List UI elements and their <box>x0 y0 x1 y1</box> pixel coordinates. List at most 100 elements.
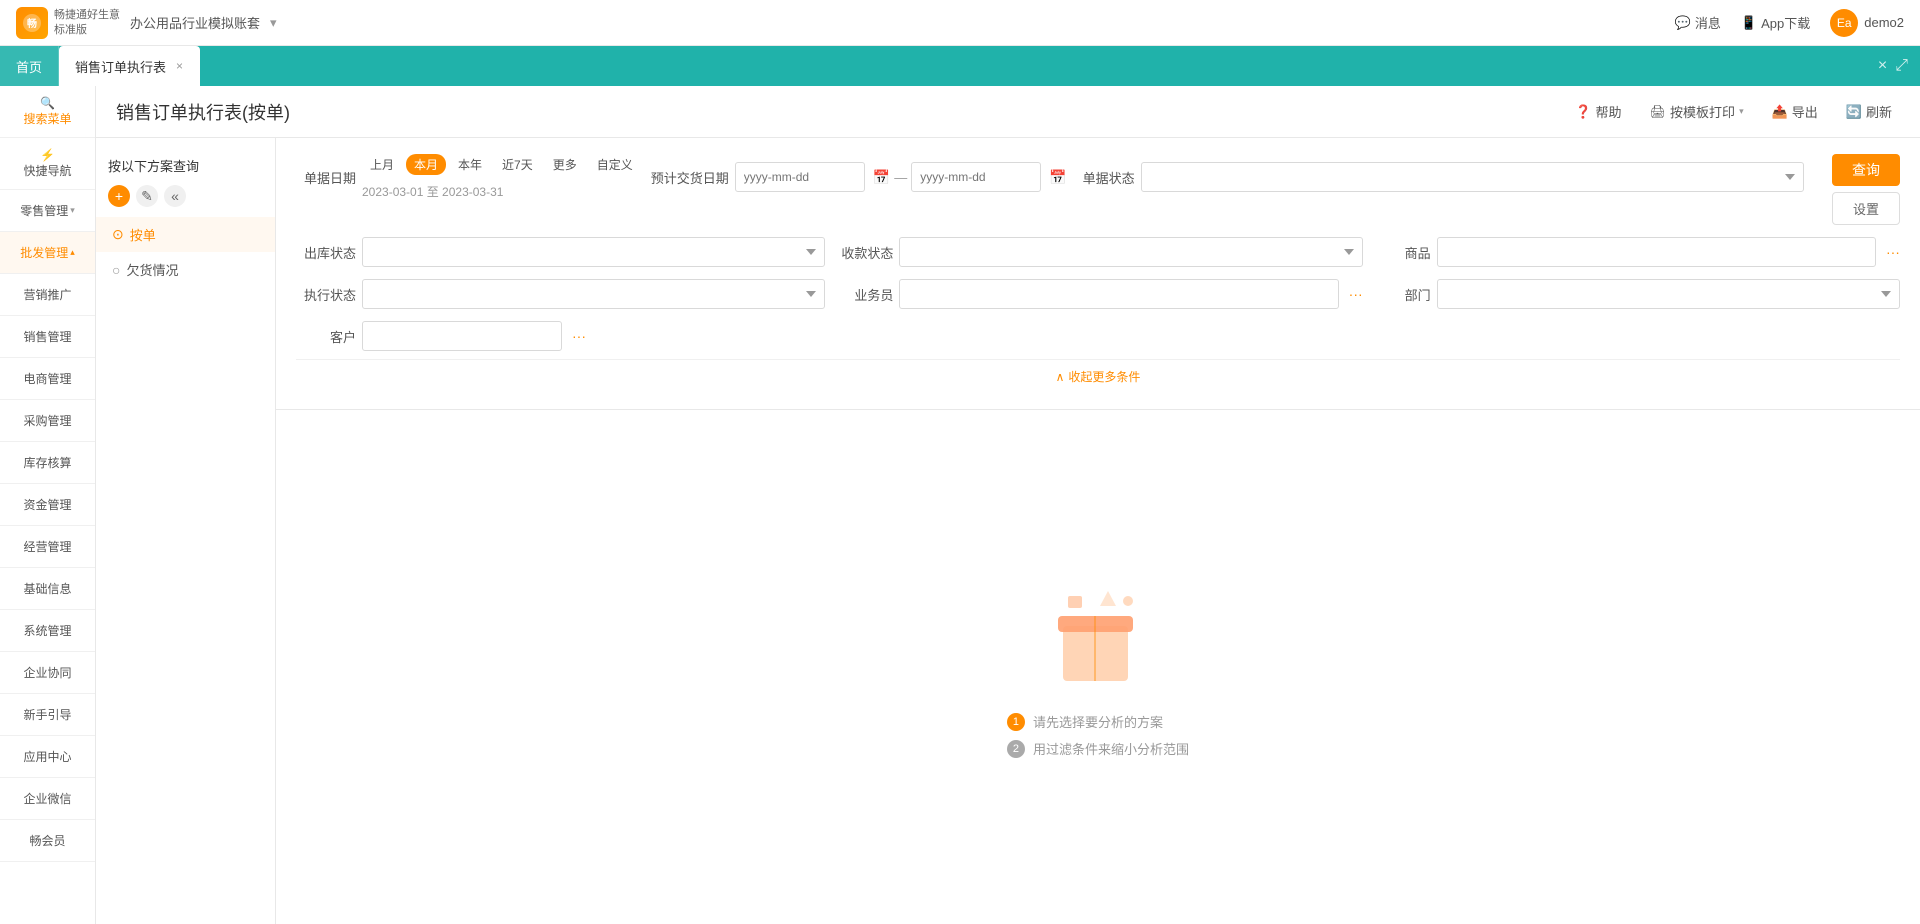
chevron-down-icon: ▾ <box>70 205 75 216</box>
sidebar-item-inventory[interactable]: 库存核算 <box>0 442 95 484</box>
page-header-actions: ❓ 帮助 🖨 按模板打印 ▾ 📤 导出 🔄 刷新 <box>1567 98 1900 137</box>
date-tabs: 上月 本月 本年 近7天 更多 自定义 <box>362 154 641 175</box>
tab-close-icon[interactable]: × <box>176 59 183 73</box>
date-tab-year[interactable]: 本年 <box>450 154 490 175</box>
window-close-icon[interactable]: × <box>1878 57 1887 75</box>
logo-area: 畅 畅捷通好生意 标准版 <box>16 7 120 39</box>
sidebar-item-operations[interactable]: 经营管理 <box>0 526 95 568</box>
date-tab-last7[interactable]: 近7天 <box>494 154 541 175</box>
sidebar-item-sales[interactable]: 销售管理 <box>0 316 95 358</box>
tab-bar: 首页 销售订单执行表 × × ⤢ <box>0 46 1920 86</box>
sidebar-item-newguide[interactable]: 新手引导 <box>0 694 95 736</box>
search-btn-area: 查询 设置 <box>1820 154 1900 225</box>
date-tab-prev-month[interactable]: 上月 <box>362 154 402 175</box>
page-area: 销售订单执行表(按单) ❓ 帮助 🖨 按模板打印 ▾ 📤 导出 🔄 刷新 <box>96 86 1920 924</box>
edit-scheme-btn[interactable]: ✎ <box>136 185 158 207</box>
order-icon: ⊙ <box>112 226 124 243</box>
calendar-start-icon[interactable]: 📅 <box>873 169 890 186</box>
department-label: 部门 <box>1371 285 1431 304</box>
add-scheme-btn[interactable]: + <box>108 185 130 207</box>
salesperson-ellipsis[interactable]: ··· <box>1349 286 1363 302</box>
customer-ellipsis[interactable]: ··· <box>572 328 586 344</box>
message-btn[interactable]: 💬 消息 <box>1675 13 1721 32</box>
sidebar-item-search[interactable]: 🔍 搜索菜单 <box>0 86 95 138</box>
delivery-date-range: 📅 — 📅 <box>735 162 1067 192</box>
calendar-end-icon[interactable]: 📅 <box>1049 169 1066 186</box>
app-dropdown-icon[interactable]: ▾ <box>270 15 277 31</box>
sidebar-item-system[interactable]: 系统管理 <box>0 610 95 652</box>
sidebar-item-enterprise[interactable]: 企业协同 <box>0 652 95 694</box>
page-title: 销售订单执行表(按单) <box>116 99 290 137</box>
payment-status-select[interactable] <box>899 237 1362 267</box>
sidebar-item-quicknav[interactable]: ⚡ 快捷导航 <box>0 138 95 190</box>
execution-status-select[interactable] <box>362 279 825 309</box>
scheme-item-debt[interactable]: ○ 欠货情况 <box>96 252 275 287</box>
print-dropdown-icon: ▾ <box>1739 106 1744 117</box>
collapse-bar[interactable]: ∧ 收起更多条件 <box>296 359 1900 393</box>
content-wrapper: 按以下方案查询 + ✎ « ⊙ 按单 ○ <box>96 138 1920 924</box>
delivery-date-end[interactable] <box>911 162 1041 192</box>
sidebar-item-appcenter[interactable]: 应用中心 <box>0 736 95 778</box>
print-icon: 🖨 <box>1650 104 1667 120</box>
sidebar-item-wholesale[interactable]: 批发管理 ▴ <box>0 232 95 274</box>
status-select[interactable] <box>1141 162 1804 192</box>
header-left: 畅 畅捷通好生意 标准版 办公用品行业模拟账套 ▾ <box>16 7 277 39</box>
sidebar: 🔍 搜索菜单 ⚡ 快捷导航 零售管理 ▾ 批发管理 ▴ 营销推广 销售管理 电商… <box>0 86 96 924</box>
goods-ellipsis[interactable]: ··· <box>1886 244 1900 260</box>
customer-input[interactable] <box>362 321 562 351</box>
sidebar-item-basic[interactable]: 基础信息 <box>0 568 95 610</box>
tab-home[interactable]: 首页 <box>0 46 59 86</box>
delivery-date-start[interactable] <box>735 162 865 192</box>
delivery-status-select[interactable] <box>362 237 825 267</box>
app-download-btn[interactable]: 📱 App下载 <box>1741 13 1810 32</box>
logo-icon: 畅 <box>16 7 48 39</box>
avatar: Ea <box>1830 9 1858 37</box>
top-header: 畅 畅捷通好生意 标准版 办公用品行业模拟账套 ▾ 💬 消息 📱 App下载 E… <box>0 0 1920 46</box>
export-btn[interactable]: 📤 导出 <box>1764 98 1826 125</box>
department-select[interactable] <box>1437 279 1900 309</box>
filter-area: 单据日期 上月 本月 本年 近7天 更多 自定义 <box>276 138 1920 410</box>
settings-btn[interactable]: 设置 <box>1832 192 1900 225</box>
sidebar-item-ecommerce[interactable]: 电商管理 <box>0 358 95 400</box>
scheme-item-order[interactable]: ⊙ 按单 <box>96 217 275 252</box>
help-btn[interactable]: ❓ 帮助 <box>1567 98 1629 125</box>
chevron-up-icon: ▴ <box>70 247 75 258</box>
user-profile-btn[interactable]: Ea demo2 <box>1830 9 1904 37</box>
date-tab-current-month[interactable]: 本月 <box>406 154 446 175</box>
left-panel-actions: + ✎ « <box>96 185 275 217</box>
empty-hints: 1 请先选择要分析的方案 2 用过滤条件来缩小分析范围 <box>1007 712 1189 758</box>
template-print-btn[interactable]: 🖨 按模板打印 ▾ <box>1642 98 1752 125</box>
app-title: 办公用品行业模拟账套 <box>130 13 260 32</box>
query-btn[interactable]: 查询 <box>1832 154 1900 186</box>
right-content: 单据日期 上月 本月 本年 近7天 更多 自定义 <box>276 138 1920 924</box>
help-icon: ❓ <box>1575 104 1591 120</box>
date-tab-custom[interactable]: 自定义 <box>589 154 641 175</box>
collapse-icon: ∧ <box>1056 370 1065 384</box>
sidebar-item-finance[interactable]: 资金管理 <box>0 484 95 526</box>
customer-label: 客户 <box>296 327 356 346</box>
sidebar-item-marketing[interactable]: 营销推广 <box>0 274 95 316</box>
goods-input[interactable] <box>1437 237 1876 267</box>
logo-text: 畅捷通好生意 标准版 <box>54 8 120 37</box>
svg-text:畅: 畅 <box>27 17 37 30</box>
sidebar-item-purchase[interactable]: 采购管理 <box>0 400 95 442</box>
date-label: 单据日期 <box>296 168 356 187</box>
collapse-panel-btn[interactable]: « <box>164 185 186 207</box>
refresh-btn[interactable]: 🔄 刷新 <box>1838 98 1900 125</box>
window-expand-icon[interactable]: ⤢ <box>1895 57 1908 75</box>
debt-icon: ○ <box>112 262 120 278</box>
header-right: 💬 消息 📱 App下载 Ea demo2 <box>1675 9 1904 37</box>
download-icon: 📱 <box>1741 15 1757 31</box>
status-label: 单据状态 <box>1075 168 1135 187</box>
date-tab-more[interactable]: 更多 <box>545 154 585 175</box>
left-panel-title: 按以下方案查询 <box>96 150 275 185</box>
sidebar-item-wechat[interactable]: 企业微信 <box>0 778 95 820</box>
delivery-status-label: 出库状态 <box>296 243 356 262</box>
execution-status-label: 执行状态 <box>296 285 356 304</box>
salesperson-input[interactable] <box>899 279 1338 309</box>
page-header: 销售订单执行表(按单) ❓ 帮助 🖨 按模板打印 ▾ 📤 导出 🔄 刷新 <box>96 86 1920 138</box>
tab-sales-order[interactable]: 销售订单执行表 × <box>59 46 200 86</box>
expected-delivery-label: 预计交货日期 <box>649 168 729 187</box>
sidebar-item-member[interactable]: 畅会员 <box>0 820 95 862</box>
sidebar-item-retail[interactable]: 零售管理 ▾ <box>0 190 95 232</box>
